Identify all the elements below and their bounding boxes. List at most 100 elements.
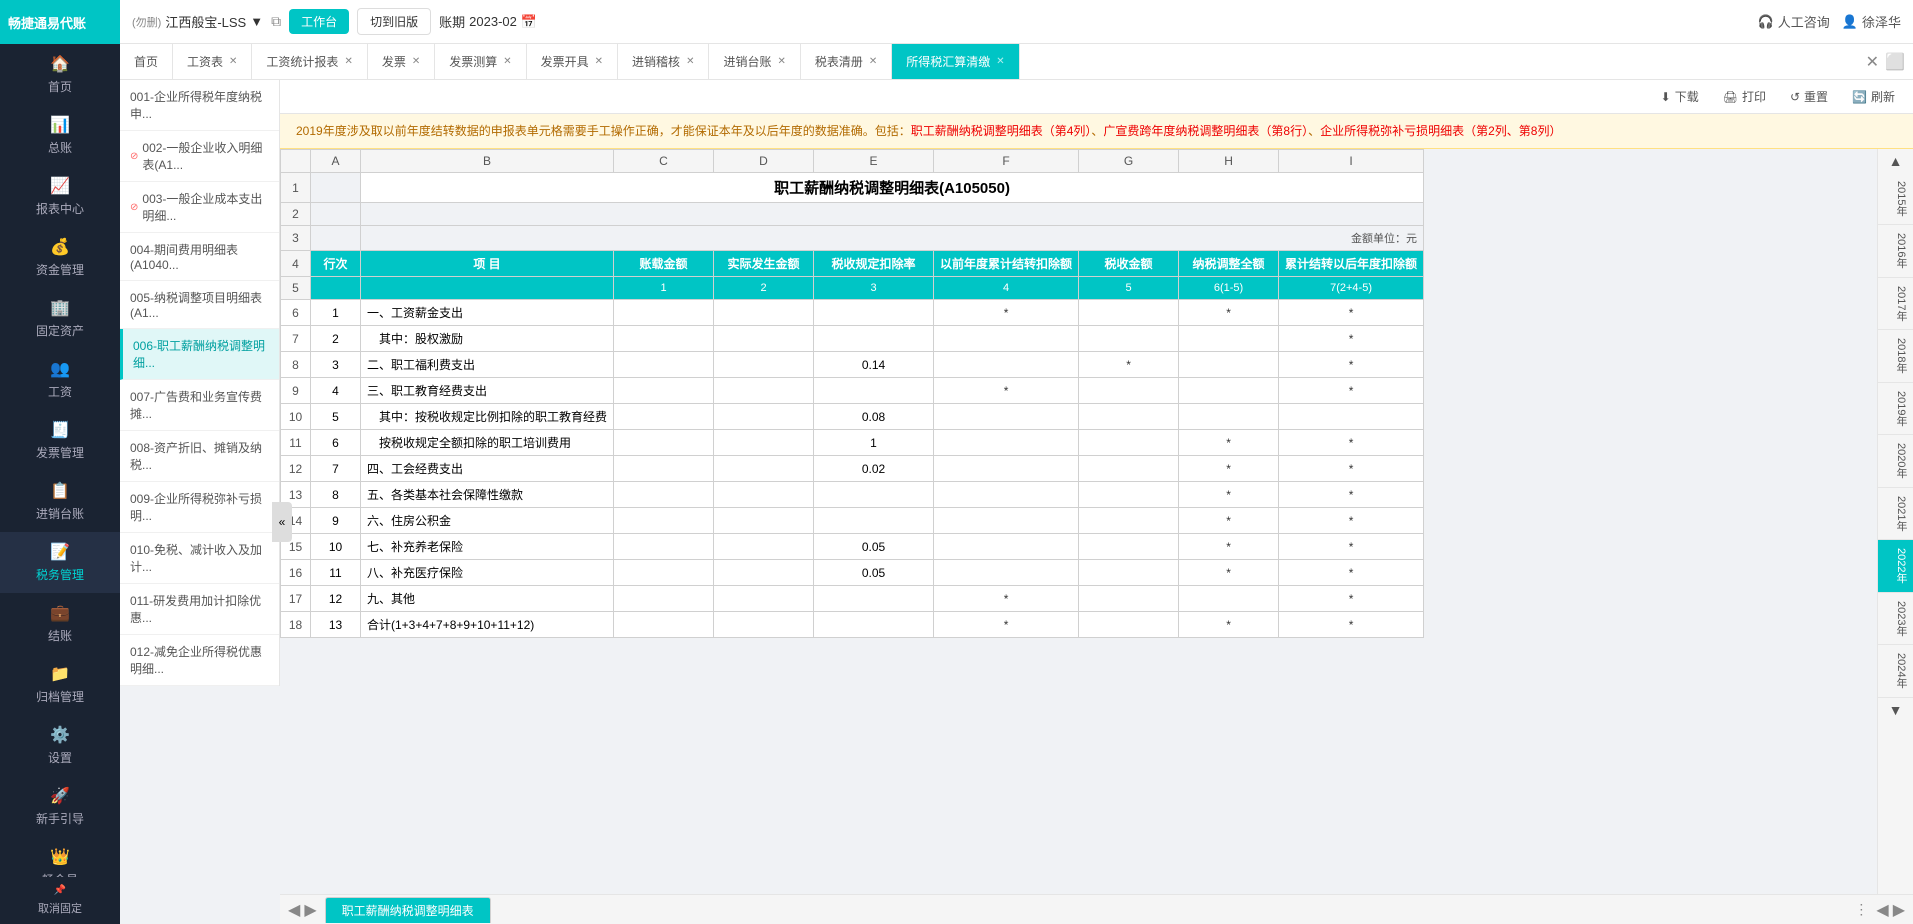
sheet-options-icon[interactable]: ⋮ <box>1854 901 1868 918</box>
scroll-right-icon[interactable]: ▶ <box>1893 900 1905 920</box>
tab-item-2[interactable]: 工资统计报表✕ <box>252 44 367 80</box>
next-sheet-icon[interactable]: ▶ <box>304 900 316 920</box>
sheet-tab-active[interactable]: 职工薪酬纳税调整明细表 <box>325 897 491 923</box>
tab-close-icon[interactable]: ✕ <box>996 56 1004 67</box>
topbar-right: 🎧 人工咨询 👤 徐泽华 <box>1758 12 1901 31</box>
year-item-2015年[interactable]: 2015年 <box>1878 173 1913 225</box>
year-scroll-up[interactable]: ▲ <box>1885 149 1907 173</box>
maximize-icon[interactable]: ⬜ <box>1885 52 1905 72</box>
download-btn[interactable]: ⬇ 下载 <box>1655 86 1705 107</box>
company-selector[interactable]: (勿删) 江西般宝-LSS ▼ <box>132 12 263 31</box>
sheet-main[interactable]: A B C D E F G H I <box>280 149 1877 894</box>
tab-item-3[interactable]: 发票 ✕ <box>368 44 435 80</box>
tab-item-9[interactable]: 所得税汇算清缴✕ <box>892 44 1019 80</box>
left-panel-item-7[interactable]: 008-资产折旧、摊销及纳税... <box>120 431 279 482</box>
left-panel-item-11[interactable]: 012-减免企业所得税优惠明细... <box>120 635 279 686</box>
tab-label: 发票 <box>382 53 406 70</box>
tab-close-icon[interactable]: ✕ <box>595 56 603 67</box>
sidebar-item-报表中心[interactable]: 📈报表中心 <box>0 166 120 227</box>
tab-item-5[interactable]: 发票开具✕ <box>527 44 618 80</box>
sidebar-item-税务管理[interactable]: 📝税务管理 <box>0 532 120 593</box>
panel-toggle-btn[interactable]: « <box>272 502 292 542</box>
switch-old-button[interactable]: 切到旧版 <box>357 8 431 35</box>
left-panel-item-3[interactable]: 004-期间费用明细表(A1040... <box>120 233 279 281</box>
year-item-2021年[interactable]: 2021年 <box>1878 488 1913 540</box>
left-panel-item-5[interactable]: 006-职工薪酬纳税调整明细... <box>120 329 279 380</box>
year-item-2019年[interactable]: 2019年 <box>1878 383 1913 435</box>
year-item-2022年[interactable]: 2022年 <box>1878 540 1913 592</box>
year-item-2016年[interactable]: 2016年 <box>1878 225 1913 277</box>
year-item-2024年[interactable]: 2024年 <box>1878 645 1913 697</box>
left-panel-item-6[interactable]: 007-广告费和业务宣传费摊... <box>120 380 279 431</box>
tab-close-icon[interactable]: ✕ <box>869 56 877 67</box>
year-scroll-down[interactable]: ▼ <box>1885 698 1907 722</box>
year-item-2023年[interactable]: 2023年 <box>1878 593 1913 645</box>
left-panel-item-0[interactable]: 001-企业所得税年度纳税申... <box>120 80 279 131</box>
tab-item-0[interactable]: 首页 <box>120 44 173 80</box>
table-row: 18 13 合计(1+3+4+7+8+9+10+11+12) * * <box>281 612 1424 638</box>
sidebar-item-新手引导[interactable]: 🚀新手引导 <box>0 776 120 837</box>
tab-close-icon[interactable]: ✕ <box>344 56 352 67</box>
prev-sheet-icon[interactable]: ◀ <box>288 900 300 920</box>
year-item-2017年[interactable]: 2017年 <box>1878 278 1913 330</box>
print-btn[interactable]: 🖨 打印 <box>1717 86 1772 107</box>
left-panel-item-2[interactable]: ⊘003-一般企业成本支出明细... <box>120 182 279 233</box>
help-btn[interactable]: 🎧 人工咨询 <box>1758 12 1830 31</box>
sidebar-item-发票管理[interactable]: 🧾发票管理 <box>0 410 120 471</box>
table-row: 3 金额单位：元 <box>281 226 1424 251</box>
scroll-left-icon[interactable]: ◀ <box>1876 900 1888 920</box>
left-panel: 001-企业所得税年度纳税申...⊘002-一般企业收入明细表(A1...⊘00… <box>120 80 280 686</box>
subheader-5: 5 <box>1079 277 1179 300</box>
left-panel-label: 007-广告费和业务宣传费摊... <box>130 388 269 422</box>
refresh-btn[interactable]: 🔄 刷新 <box>1846 86 1901 107</box>
left-panel-item-8[interactable]: 009-企业所得税弥补亏损明... <box>120 482 279 533</box>
tab-item-8[interactable]: 税表清册✕ <box>801 44 892 80</box>
tab-close-icon[interactable]: ✕ <box>412 56 420 67</box>
table-subheader-row: 5 1 2 3 4 5 6(1-5) 7(2+4-5) <box>281 277 1424 300</box>
sidebar-item-工资[interactable]: 👥工资 <box>0 349 120 410</box>
col-header-g: G <box>1079 150 1179 173</box>
tab-close-icon[interactable]: ✕ <box>686 56 694 67</box>
company-dropdown-icon[interactable]: ▼ <box>250 14 263 29</box>
sidebar-item-总账[interactable]: 📊总账 <box>0 105 120 166</box>
year-item-2020年[interactable]: 2020年 <box>1878 435 1913 487</box>
sidebar-icon: 📝 <box>50 542 70 562</box>
cell-a1[interactable] <box>311 173 361 203</box>
left-panel-item-4[interactable]: 005-纳税调整项目明细表(A1... <box>120 281 279 329</box>
table-row: 10 5 其中：按税收规定比例扣除的职工教育经费 0.08 <box>281 404 1424 430</box>
tab-item-7[interactable]: 进销台账✕ <box>709 44 800 80</box>
sidebar-item-进销台账[interactable]: 📋进销台账 <box>0 471 120 532</box>
refresh-icon: 🔄 <box>1852 90 1867 104</box>
sidebar-item-归档管理[interactable]: 📁归档管理 <box>0 654 120 715</box>
sidebar-item-资金管理[interactable]: 💰资金管理 <box>0 227 120 288</box>
tab-close-icon[interactable]: ✕ <box>503 56 511 67</box>
workspace-button[interactable]: 工作台 <box>289 9 349 34</box>
left-panel-item-9[interactable]: 010-免税、减计收入及加计... <box>120 533 279 584</box>
sidebar-icon: ⚙️ <box>50 725 70 745</box>
close-tab-icon[interactable]: ✕ <box>1866 52 1879 72</box>
tab-item-4[interactable]: 发票测算✕ <box>435 44 526 80</box>
tab-label: 工资表 <box>187 53 223 70</box>
user-profile[interactable]: 👤 徐泽华 <box>1842 12 1901 31</box>
tab-close-icon[interactable]: ✕ <box>777 56 785 67</box>
left-panel-label: 012-减免企业所得税优惠明细... <box>130 643 269 677</box>
header-item: 项 目 <box>361 251 614 277</box>
table-row: 11 6 按税收规定全额扣除的职工培训费用 1 * * <box>281 430 1424 456</box>
reset-btn[interactable]: ↺ 重置 <box>1784 86 1834 107</box>
sidebar-item-首页[interactable]: 🏠首页 <box>0 44 120 105</box>
header-c: 账载金额 <box>614 251 714 277</box>
year-item-2018年[interactable]: 2018年 <box>1878 330 1913 382</box>
sidebar-item-固定资产[interactable]: 🏢固定资产 <box>0 288 120 349</box>
left-panel-item-10[interactable]: 011-研发费用加计扣除优惠... <box>120 584 279 635</box>
notice-text: 2019年度涉及取以前年度结转数据的申报表单元格需要手工操作正确，才能保证本年及… <box>296 124 1561 138</box>
copy-icon[interactable]: ⧉ <box>271 13 281 30</box>
left-panel-item-1[interactable]: ⊘002-一般企业收入明细表(A1... <box>120 131 279 182</box>
sidebar-item-畅会员[interactable]: 👑畅会员 <box>0 837 120 877</box>
period-calendar-icon[interactable]: 📅 <box>521 14 537 30</box>
tab-item-1[interactable]: 工资表 ✕ <box>173 44 252 80</box>
sidebar-item-结账[interactable]: 💼结账 <box>0 593 120 654</box>
sidebar-item-设置[interactable]: ⚙️设置 <box>0 715 120 776</box>
sidebar-bottom-action[interactable]: 📌 取消固定 <box>0 877 120 924</box>
tab-item-6[interactable]: 进销稽核✕ <box>618 44 709 80</box>
tab-close-icon[interactable]: ✕ <box>229 56 237 67</box>
